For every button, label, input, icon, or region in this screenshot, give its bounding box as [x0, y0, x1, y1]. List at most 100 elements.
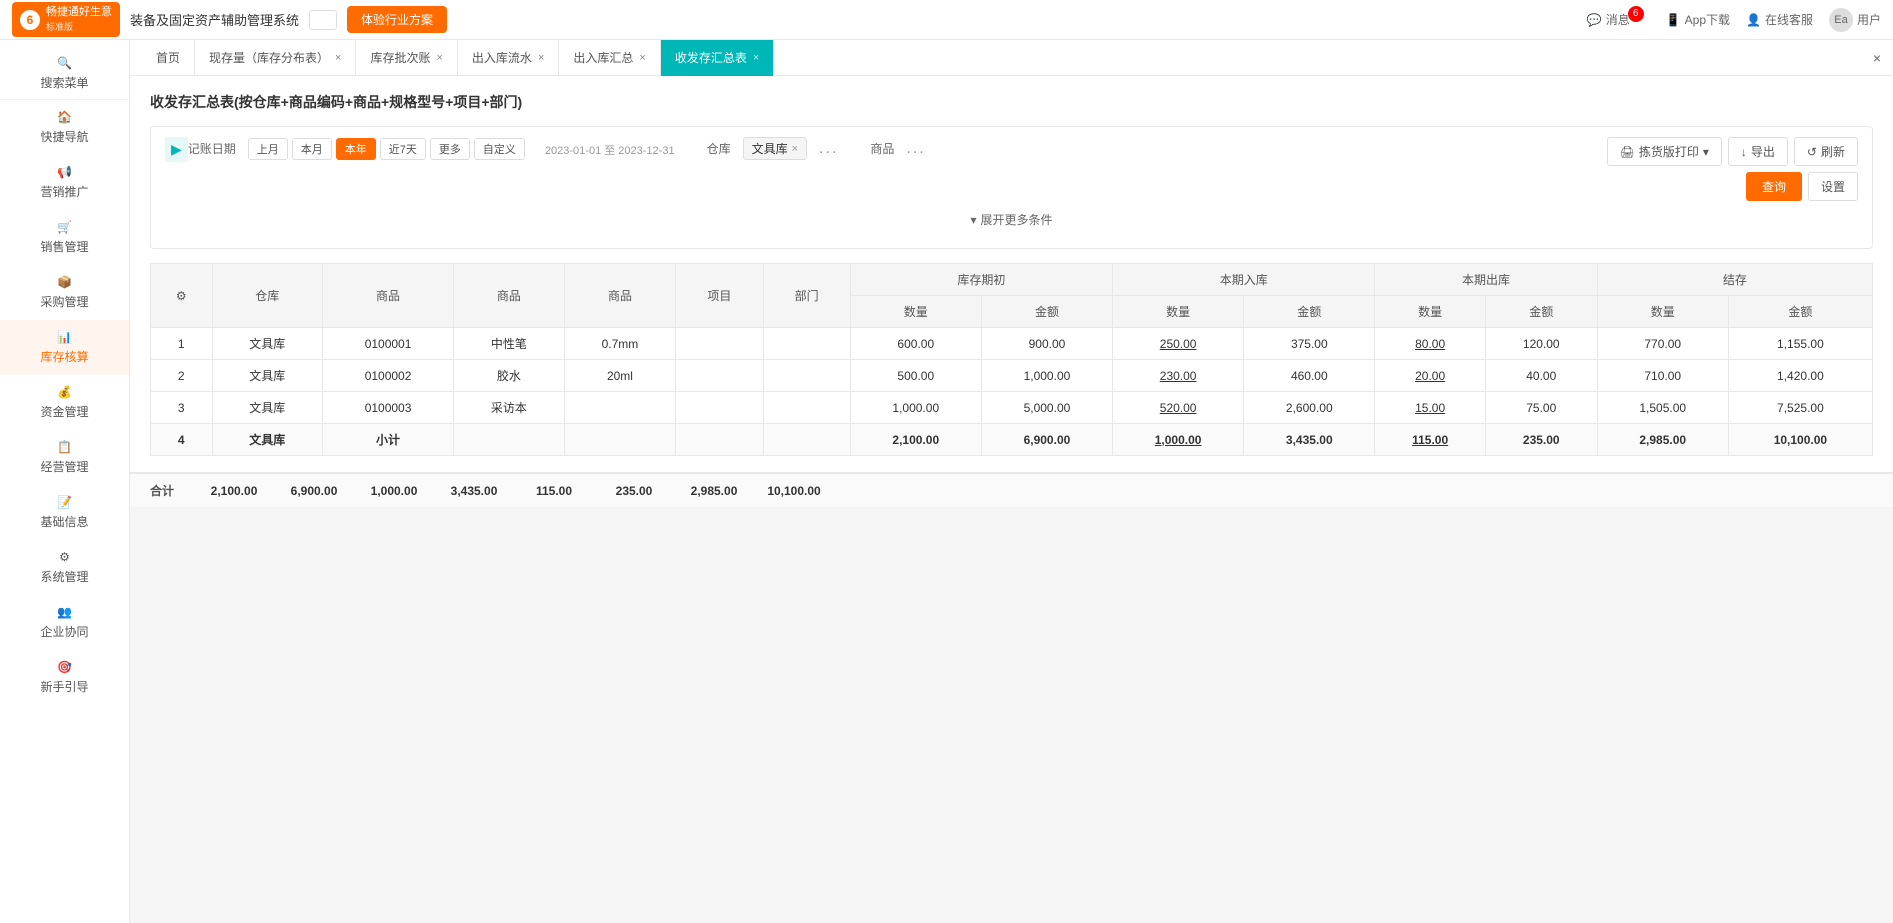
- row2-goods-name: 胶水: [454, 360, 564, 392]
- expand-row: ▾ 展开更多条件: [165, 201, 1858, 238]
- people-icon: 👥: [57, 605, 72, 619]
- row1-out-qty[interactable]: 80.00: [1375, 328, 1486, 360]
- row3-warehouse: 文具库: [212, 392, 322, 424]
- tab-stock-dist[interactable]: 现存量（库存分布表） ×: [195, 40, 356, 76]
- tab-recv-send-close[interactable]: ×: [753, 52, 759, 64]
- col-in-header: 本期入库: [1113, 264, 1375, 296]
- row1-goods-spec: 0.7mm: [564, 328, 676, 360]
- filter-area: ▶ 记账日期 上月 本月 本年 近7天 更多 自定义: [150, 126, 1873, 249]
- sidebar-item-quick-nav[interactable]: 🏠 快捷导航: [0, 100, 129, 155]
- gear-icon: ⚙: [59, 550, 70, 564]
- print-label: 拣货版打印: [1639, 143, 1699, 160]
- tab-bar-close-button[interactable]: ×: [1873, 50, 1881, 66]
- system-name: 装备及固定资产辅助管理系统: [130, 10, 299, 29]
- logo-title: 畅捷通好生意: [46, 6, 112, 19]
- row3-out-qty[interactable]: 15.00: [1375, 392, 1486, 424]
- filter-collapse-button[interactable]: ▶: [165, 137, 188, 162]
- tab-flow[interactable]: 出入库流水 ×: [458, 40, 559, 76]
- expand-conditions-button[interactable]: ▾ 展开更多条件: [958, 207, 1064, 232]
- table-row: 1 文具库 0100001 中性笔 0.7mm 600.00 900.00 25…: [151, 328, 1873, 360]
- total-out-qty: 115.00: [514, 484, 594, 498]
- goods-more-dots[interactable]: ...: [906, 140, 925, 158]
- refresh-button[interactable]: ↺ 刷新: [1794, 137, 1858, 166]
- row2-in-qty[interactable]: 230.00: [1113, 360, 1244, 392]
- tab-recv-send[interactable]: 收发存汇总表 ×: [661, 40, 774, 76]
- sidebar-item-operation[interactable]: 📋 经营管理: [0, 430, 129, 485]
- row2-out-amt: 40.00: [1485, 360, 1597, 392]
- subtotal-out-qty[interactable]: 115.00: [1375, 424, 1486, 456]
- warehouse-label: 仓库: [707, 140, 731, 157]
- total-open-amt: 6,900.00: [274, 484, 354, 498]
- sidebar-item-basic[interactable]: 📝 基础信息: [0, 485, 129, 540]
- doc-icon: 📝: [57, 495, 72, 509]
- filter-side-buttons: 🖨 拣货版打印 ▾ ↓ 导出 ↺ 刷新: [1597, 137, 1858, 201]
- query-button[interactable]: 查询: [1746, 172, 1802, 201]
- sidebar-operation-label: 经营管理: [40, 458, 88, 475]
- tab-summary-close[interactable]: ×: [639, 52, 645, 64]
- online-service-item[interactable]: 👤 在线客服: [1746, 11, 1813, 28]
- user-item[interactable]: Ea 用户: [1829, 8, 1881, 32]
- top-bar: 6 畅捷通好生意 标准版 装备及固定资产辅助管理系统 体验行业方案 💬 消息 6…: [0, 0, 1893, 40]
- expand-icon: ▾: [970, 213, 976, 227]
- row2-out-qty[interactable]: 20.00: [1375, 360, 1486, 392]
- settings-icon: ⚙: [176, 289, 187, 303]
- warehouse-more-dots[interactable]: ...: [819, 140, 838, 158]
- date-btn-more[interactable]: 更多: [430, 138, 470, 160]
- warehouse-tag-close[interactable]: ×: [792, 143, 798, 155]
- sidebar-item-inventory[interactable]: 📊 库存核算: [0, 320, 129, 375]
- sidebar-item-system[interactable]: ⚙ 系统管理: [0, 540, 129, 595]
- sidebar-item-marketing[interactable]: 📢 营销推广: [0, 155, 129, 210]
- settings-button[interactable]: 设置: [1808, 172, 1858, 201]
- tab-summary[interactable]: 出入库汇总 ×: [559, 40, 660, 76]
- clipboard-icon: 📋: [57, 440, 72, 454]
- tab-batch-close[interactable]: ×: [436, 52, 442, 64]
- sidebar-item-purchase[interactable]: 📦 采购管理: [0, 265, 129, 320]
- row1-warehouse: 文具库: [212, 328, 322, 360]
- tab-bar: 首页 现存量（库存分布表） × 库存批次账 × 出入库流水 × 出入库汇总 × …: [130, 40, 1893, 76]
- subtotal-out-amt: 235.00: [1485, 424, 1597, 456]
- col-in-amt-header: 金额: [1244, 296, 1375, 328]
- date-btn-this-month[interactable]: 本月: [292, 138, 332, 160]
- try-button[interactable]: 体验行业方案: [347, 6, 447, 33]
- row1-open-qty: 600.00: [850, 328, 981, 360]
- col-open-qty-header: 数量: [850, 296, 981, 328]
- date-btn-this-year[interactable]: 本年: [336, 138, 376, 160]
- sidebar-item-sales[interactable]: 🛒 销售管理: [0, 210, 129, 265]
- sidebar-purchase-label: 采购管理: [40, 293, 88, 310]
- row3-in-qty[interactable]: 520.00: [1113, 392, 1244, 424]
- date-btn-last-month[interactable]: 上月: [248, 138, 288, 160]
- sidebar-sales-label: 销售管理: [40, 238, 88, 255]
- date-btn-7days[interactable]: 近7天: [380, 138, 426, 160]
- app-download-item[interactable]: 📱 App下载: [1666, 11, 1730, 28]
- print-button[interactable]: 🖨 拣货版打印 ▾: [1607, 137, 1722, 166]
- system-select[interactable]: [309, 10, 337, 30]
- row3-open-qty: 1,000.00: [850, 392, 981, 424]
- sidebar-inventory-label: 库存核算: [40, 348, 88, 365]
- sidebar-search-label: 搜索菜单: [40, 74, 88, 91]
- tab-flow-close[interactable]: ×: [538, 52, 544, 64]
- export-button[interactable]: ↓ 导出: [1728, 137, 1788, 166]
- subtotal-empty2: [564, 424, 676, 456]
- tab-stock-dist-close[interactable]: ×: [335, 52, 341, 64]
- row2-in-amt: 460.00: [1244, 360, 1375, 392]
- message-item[interactable]: 💬 消息 6: [1587, 11, 1650, 28]
- row1-in-qty[interactable]: 250.00: [1113, 328, 1244, 360]
- avatar: Ea: [1829, 8, 1853, 32]
- sidebar-item-guide[interactable]: 🎯 新手引导: [0, 650, 129, 705]
- col-goods-code-header: 商品: [322, 264, 453, 328]
- row2-bal-qty: 710.00: [1597, 360, 1728, 392]
- sidebar-item-search[interactable]: 🔍 搜索菜单: [0, 48, 129, 100]
- expand-label: 展开更多条件: [981, 211, 1053, 228]
- subtotal-in-qty[interactable]: 1,000.00: [1113, 424, 1244, 456]
- tab-home[interactable]: 首页: [142, 40, 195, 76]
- phone-icon: 📱: [1666, 13, 1681, 27]
- sidebar-item-finance[interactable]: 💰 资金管理: [0, 375, 129, 430]
- sidebar-item-collab[interactable]: 👥 企业协同: [0, 595, 129, 650]
- date-btn-custom[interactable]: 自定义: [474, 138, 525, 160]
- message-badge: 6: [1628, 6, 1644, 22]
- table-wrapper: ⚙ 仓库 商品 商品 商品 项目 部门 库存期初 本期入库 本期出库: [150, 263, 1873, 456]
- tab-batch[interactable]: 库存批次账 ×: [356, 40, 457, 76]
- col-settings-header[interactable]: ⚙: [151, 264, 213, 328]
- refresh-icon: ↺: [1807, 145, 1817, 159]
- row3-project: [676, 392, 763, 424]
